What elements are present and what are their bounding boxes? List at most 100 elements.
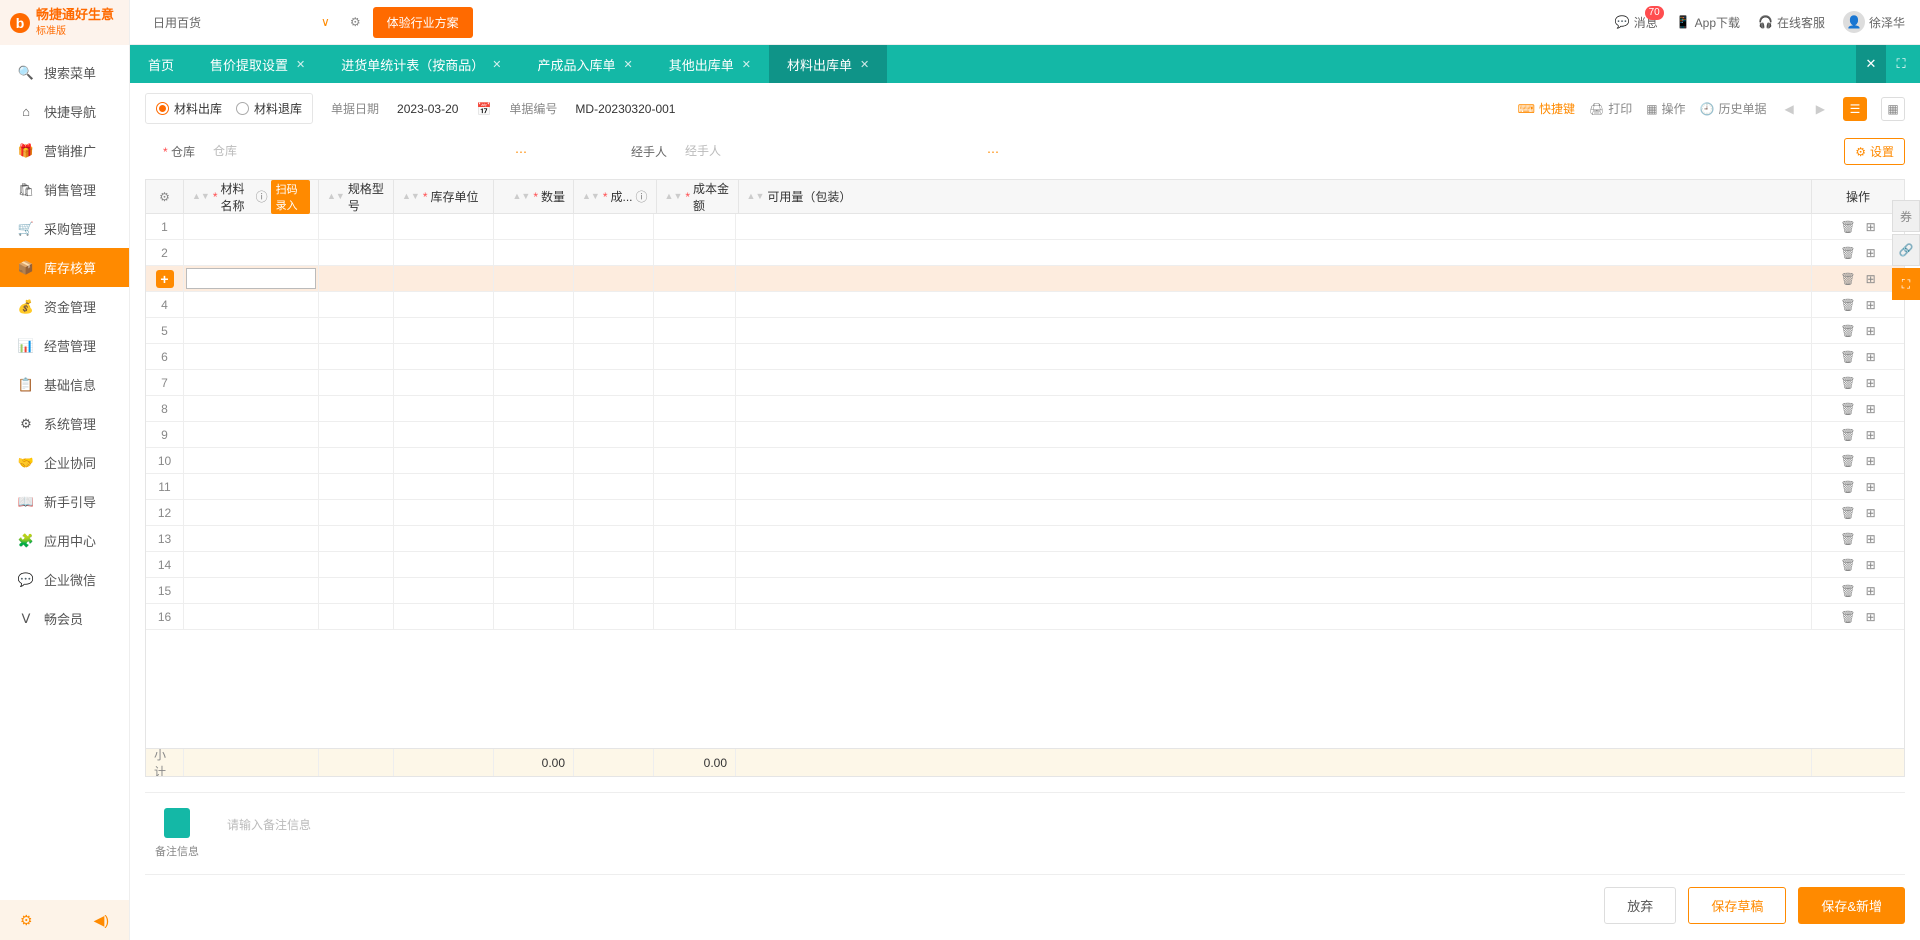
copy-icon[interactable]: ⊞ — [1866, 376, 1876, 390]
cell-qty[interactable] — [494, 344, 574, 369]
radio-return[interactable]: 材料退库 — [236, 100, 302, 117]
cell-spec[interactable] — [319, 370, 394, 395]
warehouse-input[interactable] — [205, 140, 505, 163]
cell-spec[interactable] — [319, 500, 394, 525]
cell-amt[interactable] — [654, 552, 736, 577]
view-list-button[interactable]: ☰ — [1843, 97, 1867, 121]
sidebar-item[interactable]: 🛒采购管理 — [0, 209, 129, 248]
cell-qty[interactable] — [494, 240, 574, 265]
delete-icon[interactable]: 🗑 — [1840, 298, 1855, 312]
cell-avail[interactable] — [736, 422, 1812, 447]
help-icon[interactable]: ⓘ — [636, 188, 648, 205]
cell-amt[interactable] — [654, 318, 736, 343]
cell-avail[interactable] — [736, 344, 1812, 369]
cell-qty[interactable] — [494, 552, 574, 577]
sidebar-item[interactable]: ⚙系统管理 — [0, 404, 129, 443]
sidebar-item[interactable]: 📊经营管理 — [0, 326, 129, 365]
cell-amt[interactable] — [654, 604, 736, 629]
cell-spec[interactable] — [319, 266, 394, 291]
copy-icon[interactable]: ⊞ — [1866, 428, 1876, 442]
help-icon[interactable]: ⓘ — [256, 188, 268, 205]
cell-name[interactable] — [184, 344, 319, 369]
delete-icon[interactable]: 🗑 — [1840, 584, 1855, 598]
cell-avail[interactable] — [736, 604, 1812, 629]
workspace-tab[interactable]: 材料出库单✕ — [769, 45, 887, 83]
copy-icon[interactable]: ⊞ — [1866, 506, 1876, 520]
industry-select[interactable]: 日用百货 ∨ — [145, 10, 338, 35]
col-available[interactable]: ▲▼ 可用量（包装） — [739, 180, 1812, 213]
delete-icon[interactable]: 🗑 — [1840, 324, 1855, 338]
cell-unit[interactable] — [394, 422, 494, 447]
cell-avail[interactable] — [736, 500, 1812, 525]
workspace-tab[interactable]: 首页 — [130, 45, 192, 83]
copy-icon[interactable]: ⊞ — [1866, 220, 1876, 234]
cell-unit[interactable] — [394, 474, 494, 499]
table-row[interactable]: 12🗑⊞ — [146, 500, 1904, 526]
copy-icon[interactable]: ⊞ — [1866, 246, 1876, 260]
close-icon[interactable]: ✕ — [742, 58, 751, 71]
cell-avail[interactable] — [736, 214, 1812, 239]
table-row[interactable]: 11🗑⊞ — [146, 474, 1904, 500]
cell-cost[interactable] — [574, 552, 654, 577]
gear-icon[interactable]: ⚙ — [20, 912, 33, 929]
cell-cost[interactable] — [574, 526, 654, 551]
tab-expand-button[interactable]: ⛶ — [1886, 45, 1916, 83]
delete-icon[interactable]: 🗑 — [1840, 220, 1855, 234]
calendar-icon[interactable]: 📅 — [476, 102, 491, 116]
cell-avail[interactable] — [736, 240, 1812, 265]
cell-unit[interactable] — [394, 578, 494, 603]
cell-unit[interactable] — [394, 214, 494, 239]
float-coupon-button[interactable]: 券 — [1892, 200, 1920, 232]
cell-name[interactable] — [184, 552, 319, 577]
handler-input[interactable] — [677, 140, 977, 163]
workspace-tab[interactable]: 产成品入库单✕ — [519, 45, 650, 83]
copy-icon[interactable]: ⊞ — [1866, 402, 1876, 416]
table-row[interactable]: 5🗑⊞ — [146, 318, 1904, 344]
table-row[interactable]: 2🗑⊞ — [146, 240, 1904, 266]
cell-name[interactable] — [184, 474, 319, 499]
cell-qty[interactable] — [494, 526, 574, 551]
radio-outbound[interactable]: 材料出库 — [156, 100, 222, 117]
workspace-tab[interactable]: 进货单统计表（按商品）✕ — [323, 45, 519, 83]
cell-amt[interactable] — [654, 214, 736, 239]
material-name-input[interactable] — [186, 268, 316, 289]
table-row[interactable]: 13🗑⊞ — [146, 526, 1904, 552]
col-material-name[interactable]: ▲▼ *材料名称 ⓘ 扫码录入 — [184, 180, 319, 213]
cell-spec[interactable] — [319, 396, 394, 421]
cell-unit[interactable] — [394, 292, 494, 317]
cell-qty[interactable] — [494, 448, 574, 473]
copy-icon[interactable]: ⊞ — [1866, 454, 1876, 468]
cell-name[interactable] — [184, 318, 319, 343]
cell-cost[interactable] — [574, 578, 654, 603]
cell-unit[interactable] — [394, 396, 494, 421]
logo[interactable]: b 畅捷通好生意 标准版 — [0, 0, 129, 45]
cell-cost[interactable] — [574, 266, 654, 291]
cell-name[interactable] — [184, 396, 319, 421]
cell-qty[interactable] — [494, 370, 574, 395]
float-expand-button[interactable]: ⛶ — [1892, 268, 1920, 300]
table-row[interactable]: 9🗑⊞ — [146, 422, 1904, 448]
collapse-icon[interactable]: ◀) — [94, 912, 109, 929]
col-unit[interactable]: ▲▼ *库存单位 — [394, 180, 494, 213]
copy-icon[interactable]: ⊞ — [1866, 350, 1876, 364]
cell-amt[interactable] — [654, 370, 736, 395]
delete-icon[interactable]: 🗑 — [1840, 350, 1855, 364]
cell-qty[interactable] — [494, 292, 574, 317]
table-row[interactable]: +🗑⊞ — [146, 266, 1904, 292]
cta-button[interactable]: 体验行业方案 — [373, 7, 473, 38]
table-row[interactable]: 6🗑⊞ — [146, 344, 1904, 370]
cell-avail[interactable] — [736, 526, 1812, 551]
cell-cost[interactable] — [574, 448, 654, 473]
cell-cost[interactable] — [574, 500, 654, 525]
user-menu[interactable]: 👤 徐泽华 — [1843, 11, 1905, 33]
sidebar-item[interactable]: 🤝企业协同 — [0, 443, 129, 482]
close-icon[interactable]: ✕ — [624, 58, 633, 71]
cell-spec[interactable] — [319, 526, 394, 551]
table-row[interactable]: 1🗑⊞ — [146, 214, 1904, 240]
discard-button[interactable]: 放弃 — [1604, 887, 1676, 924]
print-button[interactable]: 🖨 打印 — [1589, 100, 1632, 117]
app-download-button[interactable]: 📱 App下载 — [1676, 14, 1740, 31]
delete-icon[interactable]: 🗑 — [1840, 376, 1855, 390]
cell-amt[interactable] — [654, 500, 736, 525]
cell-amt[interactable] — [654, 292, 736, 317]
